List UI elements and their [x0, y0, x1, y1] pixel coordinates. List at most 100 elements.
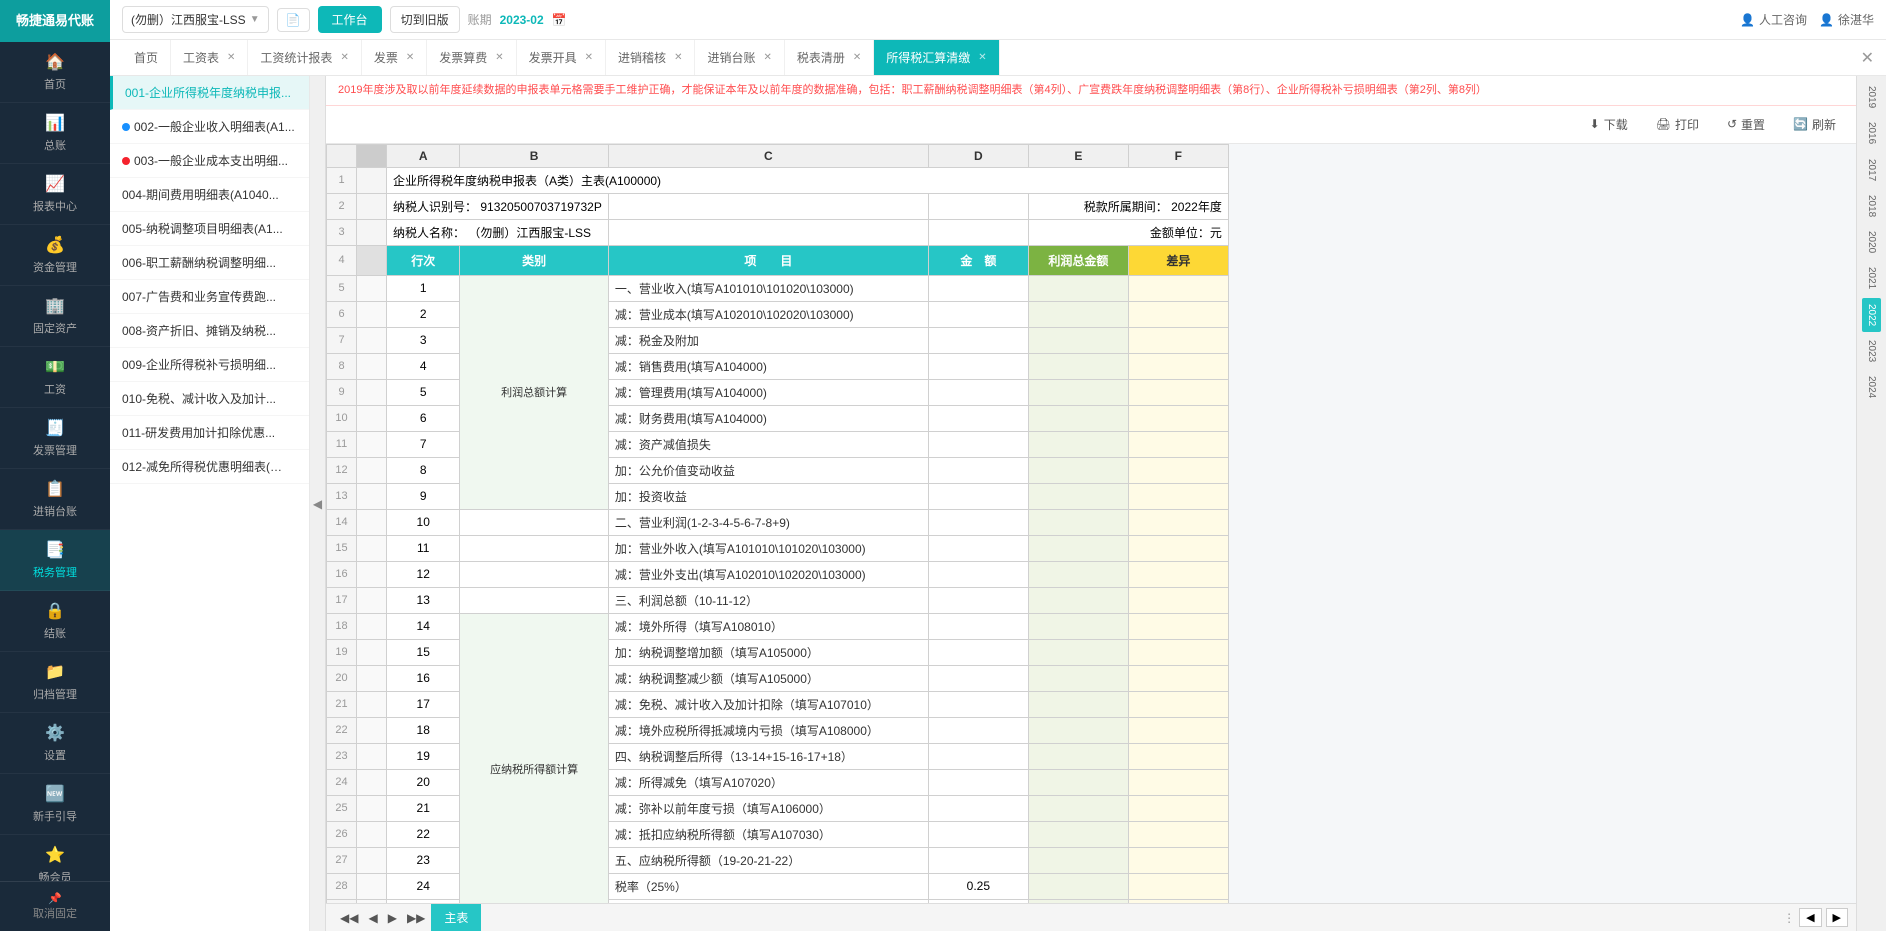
close-all-tabs-button[interactable]: ✕ [1861, 48, 1874, 68]
profit-cell[interactable] [1028, 587, 1128, 613]
diff-cell[interactable] [1128, 743, 1228, 769]
amount-cell[interactable] [928, 743, 1028, 769]
sidebar-item-sales[interactable]: 📋 进销台账 [0, 469, 110, 530]
diff-cell[interactable] [1128, 587, 1228, 613]
diff-cell[interactable] [1128, 561, 1228, 587]
profit-cell[interactable] [1028, 665, 1128, 691]
diff-cell[interactable] [1128, 535, 1228, 561]
profit-cell[interactable] [1028, 301, 1128, 327]
amount-cell[interactable] [928, 795, 1028, 821]
profit-cell[interactable] [1028, 613, 1128, 639]
tab-invoices[interactable]: 发票 ✕ [362, 40, 427, 76]
profit-cell[interactable] [1028, 535, 1128, 561]
diff-cell[interactable] [1128, 431, 1228, 457]
amount-cell[interactable] [928, 327, 1028, 353]
diff-cell[interactable] [1128, 665, 1228, 691]
sidebar-item-reports[interactable]: 📈 报表中心 [0, 164, 110, 225]
amount-cell[interactable] [928, 665, 1028, 691]
left-panel-item-004[interactable]: 004-期间费用明细表(A1040... [110, 178, 309, 212]
sheet-nav-left-icon[interactable]: ◀◀ [336, 909, 362, 927]
profit-cell[interactable] [1028, 405, 1128, 431]
reset-button[interactable]: ↺ 重置 [1719, 112, 1773, 137]
sidebar-item-finance[interactable]: 💰 资金管理 [0, 225, 110, 286]
user-profile[interactable]: 👤 徐湛华 [1819, 11, 1874, 28]
left-panel-item-008[interactable]: 008-资产折旧、摊销及纳税... [110, 314, 309, 348]
left-panel-item-001[interactable]: 001-企业所得税年度纳税申报... [110, 76, 309, 110]
year-item-2020[interactable]: 2020 [1862, 225, 1881, 259]
profit-cell[interactable] [1028, 483, 1128, 509]
year-item-2023[interactable]: 2023 [1862, 334, 1881, 368]
year-item-2019[interactable]: 2019 [1862, 80, 1881, 114]
tab-tax-schedule[interactable]: 税表清册 ✕ [785, 40, 874, 76]
tab-sales-ledger[interactable]: 进销台账 ✕ [695, 40, 784, 76]
sidebar-item-member[interactable]: ⭐ 畅会员 [0, 835, 110, 881]
left-panel-item-005[interactable]: 005-纳税调整项目明细表(A1... [110, 212, 309, 246]
amount-cell[interactable] [928, 821, 1028, 847]
left-panel-item-003[interactable]: 003-一般企业成本支出明细... [110, 144, 309, 178]
print-button[interactable]: 🖨 打印 [1648, 112, 1707, 137]
amount-cell[interactable] [928, 379, 1028, 405]
diff-cell[interactable] [1128, 795, 1228, 821]
sidebar-item-settings[interactable]: ⚙️ 设置 [0, 713, 110, 774]
profit-cell[interactable] [1028, 847, 1128, 873]
sheet-tab-main[interactable]: 主表 [431, 904, 481, 931]
profit-cell[interactable] [1028, 821, 1128, 847]
left-panel-item-007[interactable]: 007-广告费和业务宣传费跑... [110, 280, 309, 314]
amount-cell[interactable] [928, 717, 1028, 743]
sheet-nav-right-icon[interactable]: ▶▶ [403, 909, 429, 927]
diff-cell[interactable] [1128, 639, 1228, 665]
left-panel-item-010[interactable]: 010-免税、减计收入及加计... [110, 382, 309, 416]
amount-cell[interactable] [928, 847, 1028, 873]
workspace-button[interactable]: 工作台 [318, 6, 382, 33]
left-panel-item-012[interactable]: 012-减免所得税优惠明细表(… [110, 450, 309, 484]
diff-cell[interactable] [1128, 873, 1228, 899]
tab-close-icon[interactable]: ✕ [674, 52, 682, 63]
panel-collapse-button[interactable]: ◀ [310, 76, 326, 931]
amount-cell[interactable] [928, 535, 1028, 561]
company-selector[interactable]: (勿删）江西服宝-LSS ▼ [122, 6, 269, 33]
profit-cell[interactable] [1028, 873, 1128, 899]
amount-cell[interactable] [928, 587, 1028, 613]
profit-cell[interactable] [1028, 509, 1128, 535]
profit-cell[interactable] [1028, 639, 1128, 665]
spreadsheet-scroll[interactable]: A B C D E F 1 [326, 144, 1856, 904]
tab-invoice-calc[interactable]: 发票算费 ✕ [427, 40, 516, 76]
tab-close-icon[interactable]: ✕ [495, 52, 503, 63]
profit-cell[interactable] [1028, 379, 1128, 405]
tab-close-icon[interactable]: ✕ [763, 52, 771, 63]
calendar-icon[interactable]: 📅 [552, 13, 567, 27]
sidebar-item-assets[interactable]: 🏢 固定资产 [0, 286, 110, 347]
amount-cell[interactable] [928, 405, 1028, 431]
amount-cell[interactable] [928, 509, 1028, 535]
sidebar-item-ledger[interactable]: 📊 总账 [0, 103, 110, 164]
tab-invoice-issue[interactable]: 发票开具 ✕ [517, 40, 606, 76]
diff-cell[interactable] [1128, 847, 1228, 873]
sidebar-item-guide[interactable]: 🆕 新手引导 [0, 774, 110, 835]
amount-cell[interactable] [928, 613, 1028, 639]
amount-cell[interactable] [928, 483, 1028, 509]
tab-payroll-stats[interactable]: 工资统计报表 ✕ [248, 40, 361, 76]
refresh-button[interactable]: 🔄 刷新 [1785, 112, 1844, 137]
customer-service[interactable]: 👤 人工咨询 [1740, 11, 1807, 28]
year-item-2018[interactable]: 2018 [1862, 189, 1881, 223]
tab-close-icon[interactable]: ✕ [340, 52, 348, 63]
tab-close-active-icon[interactable]: ✕ [978, 52, 986, 63]
tab-close-icon[interactable]: ✕ [227, 52, 235, 63]
amount-cell[interactable] [928, 275, 1028, 301]
diff-cell[interactable] [1128, 301, 1228, 327]
year-item-2017[interactable]: 2017 [1862, 153, 1881, 187]
unpin-button[interactable]: 📌 取消固定 [0, 881, 110, 931]
profit-cell[interactable] [1028, 431, 1128, 457]
diff-cell[interactable] [1128, 379, 1228, 405]
tab-close-icon[interactable]: ✕ [406, 52, 414, 63]
profit-cell[interactable] [1028, 275, 1128, 301]
left-panel-item-009[interactable]: 009-企业所得税补亏损明细... [110, 348, 309, 382]
left-panel-item-006[interactable]: 006-职工薪酬纳税调整明细... [110, 246, 309, 280]
year-item-2022[interactable]: 2022 [1862, 298, 1881, 332]
tab-sales-audit[interactable]: 进销稽核 ✕ [606, 40, 695, 76]
tab-income-tax[interactable]: 所得税汇算清缴 ✕ [874, 40, 999, 76]
switch-version-button[interactable]: 切到旧版 [390, 6, 460, 33]
amount-cell[interactable] [928, 431, 1028, 457]
amount-cell[interactable] [928, 561, 1028, 587]
download-button[interactable]: ⬇ 下载 [1582, 112, 1636, 137]
